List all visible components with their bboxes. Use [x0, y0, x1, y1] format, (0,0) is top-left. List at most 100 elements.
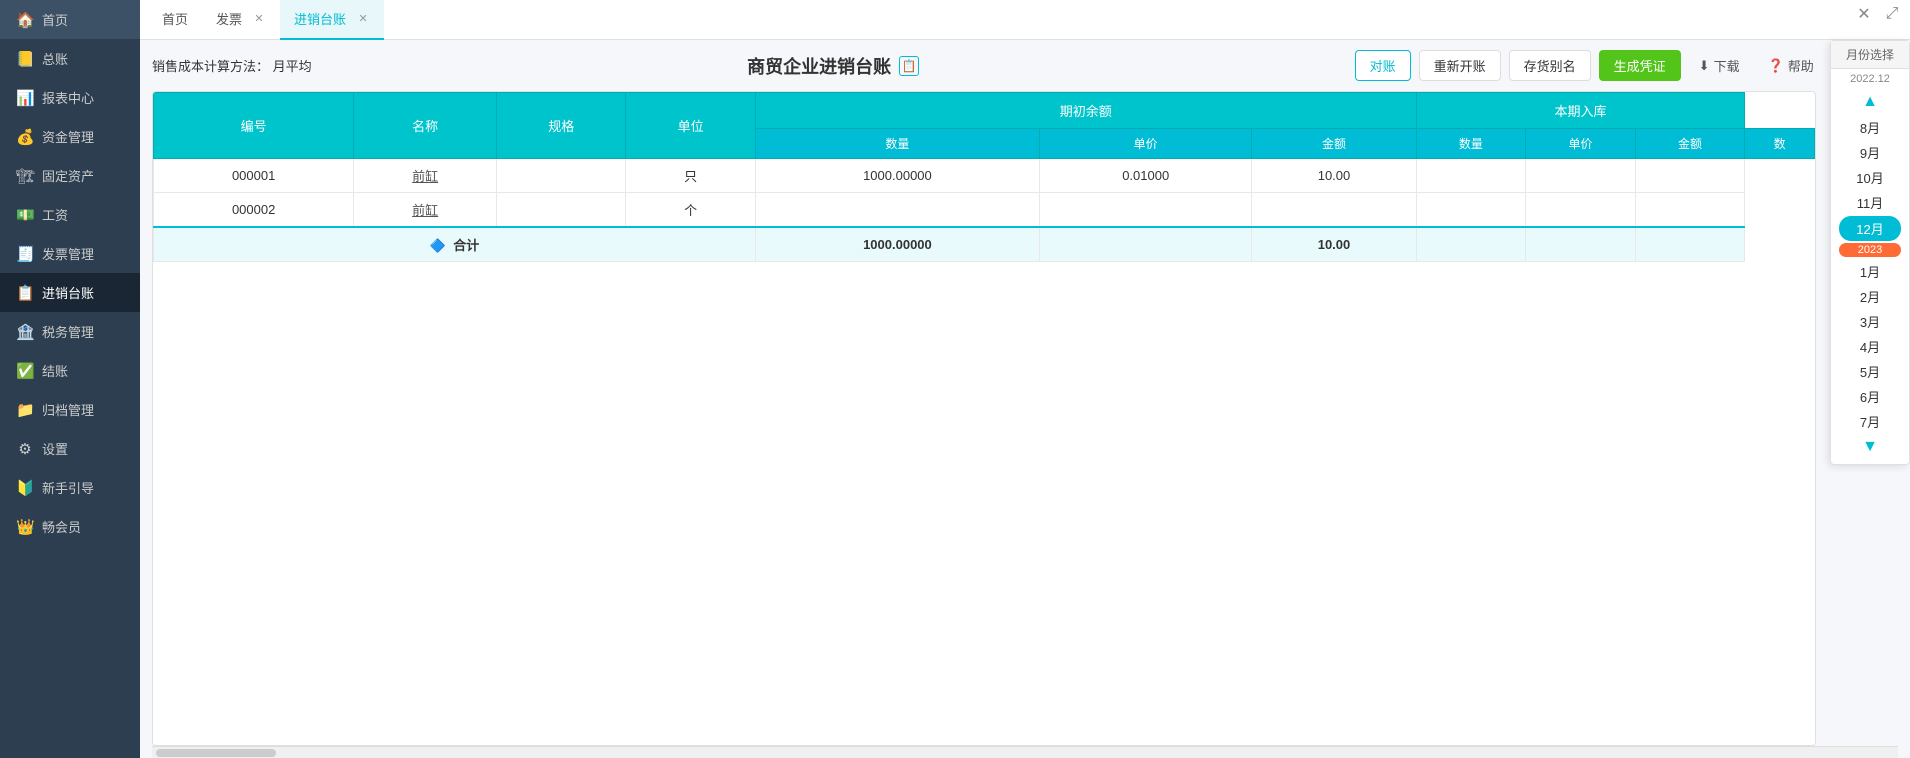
sidebar-item-fund[interactable]: 💰 资金管理 [0, 117, 140, 156]
guide-icon: 🔰 [16, 479, 34, 497]
sub-inbound-price: 单价 [1526, 129, 1636, 159]
sidebar-item-home[interactable]: 🏠 首页 [0, 0, 140, 39]
cell-inbound-price [1526, 193, 1636, 228]
month-item-2023-1[interactable]: 1月 [1831, 259, 1909, 284]
sidebar-item-archive[interactable]: 📁 归档管理 [0, 390, 140, 429]
year-2023-badge: 2023 [1839, 243, 1901, 257]
tab-home[interactable]: 首页 [148, 0, 202, 40]
tab-purchase-sale-close[interactable]: ✕ [356, 12, 370, 26]
vip-icon: 👑 [16, 518, 34, 536]
home-icon: 🏠 [16, 11, 34, 29]
sidebar-item-report[interactable]: 📊 报表中心 [0, 78, 140, 117]
tab-invoice[interactable]: 发票 ✕ [202, 0, 280, 40]
month-item-2023-6[interactable]: 6月 [1831, 384, 1909, 409]
table-row: 000002 前缸 个 [154, 193, 1815, 228]
download-button[interactable]: ⬇ 下载 [1689, 51, 1750, 80]
sales-method: 销售成本计算方法： 月平均 [152, 56, 312, 75]
cell-opening-amount: 10.00 [1252, 159, 1416, 193]
total-label: 🔷 合计 [154, 227, 756, 262]
main-area: 首页 发票 ✕ 进销台账 ✕ ✕ ⤢ 销售成本计算方法： 月平均 商贸企业进销台… [140, 0, 1910, 758]
sidebar-item-label: 报表中心 [42, 88, 94, 107]
month-panel: 月份选择 2022.12 ▲ 8月 9月 10月 11月 12月 2023 1月… [1830, 40, 1910, 465]
ledger-icon: 📒 [16, 50, 34, 68]
sidebar-item-tax[interactable]: 🏦 税务管理 [0, 312, 140, 351]
window-close-button[interactable]: ✕ [1854, 4, 1874, 24]
col-header-code: 编号 [154, 93, 354, 159]
settings-icon: ⚙ [16, 440, 34, 458]
month-scroll-up[interactable]: ▲ [1860, 93, 1880, 111]
help-button[interactable]: ❓ 帮助 [1758, 51, 1824, 80]
invoice-mgmt-icon: 🧾 [16, 245, 34, 263]
reconcile-button[interactable]: 对账 [1355, 50, 1411, 81]
month-panel-title: 月份选择 [1831, 41, 1909, 69]
month-item-2023-5[interactable]: 5月 [1831, 359, 1909, 384]
tab-invoice-close[interactable]: ✕ [252, 12, 266, 26]
month-scroll-down[interactable]: ▼ [1860, 438, 1880, 456]
cell-name: 前缸 [354, 159, 497, 193]
col-header-spec: 规格 [497, 93, 626, 159]
generate-voucher-button[interactable]: 生成凭证 [1599, 50, 1681, 81]
col-header-inbound: 本期入库 [1416, 93, 1745, 129]
month-nav-up: ▲ [1831, 89, 1909, 115]
cell-opening-price [1040, 193, 1252, 228]
sidebar-item-salary[interactable]: 💵 工资 [0, 195, 140, 234]
help-icon: ❓ [1768, 58, 1784, 74]
month-item-2023-2[interactable]: 2月 [1831, 284, 1909, 309]
salary-icon: 💵 [16, 206, 34, 224]
settlement-icon: ✅ [16, 362, 34, 380]
sidebar-item-settings[interactable]: ⚙ 设置 [0, 429, 140, 468]
horizontal-scrollbar[interactable] [152, 746, 1898, 758]
col-header-unit: 单位 [626, 93, 755, 159]
sidebar-item-label: 固定资产 [42, 166, 94, 185]
sidebar-item-purchase-sale[interactable]: 📋 进销台账 [0, 273, 140, 312]
sidebar-item-label: 归档管理 [42, 400, 94, 419]
sidebar-item-label: 畅会员 [42, 517, 81, 536]
action-bar: 对账 重新开账 存货别名 生成凭证 ⬇ 下载 ❓ 帮助 🔄 刷新 [1355, 50, 1898, 81]
cell-inbound-qty [1416, 159, 1526, 193]
sidebar-item-guide[interactable]: 🔰 新手引导 [0, 468, 140, 507]
save-alias-button[interactable]: 存货别名 [1509, 50, 1591, 81]
cell-code: 000001 [154, 159, 354, 193]
sales-method-value: 月平均 [273, 59, 312, 74]
cell-inbound-price [1526, 159, 1636, 193]
title-info-icon[interactable]: 📋 [899, 56, 919, 76]
col-header-name: 名称 [354, 93, 497, 159]
cell-code: 000002 [154, 193, 354, 228]
sub-opening-amount: 金额 [1252, 129, 1416, 159]
report-icon: 📊 [16, 89, 34, 107]
sidebar-item-vip[interactable]: 👑 畅会员 [0, 507, 140, 546]
month-item-8[interactable]: 8月 [1831, 115, 1909, 140]
tab-home-label: 首页 [162, 9, 188, 28]
reopen-button[interactable]: 重新开账 [1419, 50, 1501, 81]
month-item-2023-4[interactable]: 4月 [1831, 334, 1909, 359]
sidebar-item-label: 税务管理 [42, 322, 94, 341]
month-item-2023-3[interactable]: 3月 [1831, 309, 1909, 334]
sidebar-item-label: 设置 [42, 439, 68, 458]
sidebar-item-asset[interactable]: 🏗 固定资产 [0, 156, 140, 195]
total-opening-qty: 1000.00000 [755, 227, 1039, 262]
scrollbar-thumb[interactable] [156, 749, 276, 757]
content-area: 销售成本计算方法： 月平均 商贸企业进销台账 📋 对账 重新开账 存货别名 生成… [140, 40, 1910, 758]
month-item-10[interactable]: 10月 [1831, 165, 1909, 190]
month-item-11[interactable]: 11月 [1831, 190, 1909, 215]
month-item-12[interactable]: 12月 [1839, 216, 1901, 241]
cell-unit: 个 [626, 193, 755, 228]
cell-name: 前缸 [354, 193, 497, 228]
window-maximize-button[interactable]: ⤢ [1882, 4, 1902, 24]
sub-opening-qty: 数量 [755, 129, 1039, 159]
month-item-2023-7[interactable]: 7月 [1831, 409, 1909, 434]
sidebar-item-ledger[interactable]: 📒 总账 [0, 39, 140, 78]
sub-extra: 数 [1745, 129, 1815, 159]
month-nav-down: ▼ [1831, 434, 1909, 460]
cell-spec [497, 159, 626, 193]
sub-opening-price: 单价 [1040, 129, 1252, 159]
cell-unit: 只 [626, 159, 755, 193]
tab-purchase-sale[interactable]: 进销台账 ✕ [280, 0, 384, 40]
sidebar-item-invoice-mgmt[interactable]: 🧾 发票管理 [0, 234, 140, 273]
month-item-9[interactable]: 9月 [1831, 140, 1909, 165]
sidebar-item-label: 结账 [42, 361, 68, 380]
download-icon: ⬇ [1699, 58, 1710, 74]
table-wrapper[interactable]: 编号 名称 规格 单位 期初余额 本期入库 数量 单价 金额 数量 单价 金额 [152, 91, 1816, 746]
sub-inbound-qty: 数量 [1416, 129, 1526, 159]
sidebar-item-settlement[interactable]: ✅ 结账 [0, 351, 140, 390]
